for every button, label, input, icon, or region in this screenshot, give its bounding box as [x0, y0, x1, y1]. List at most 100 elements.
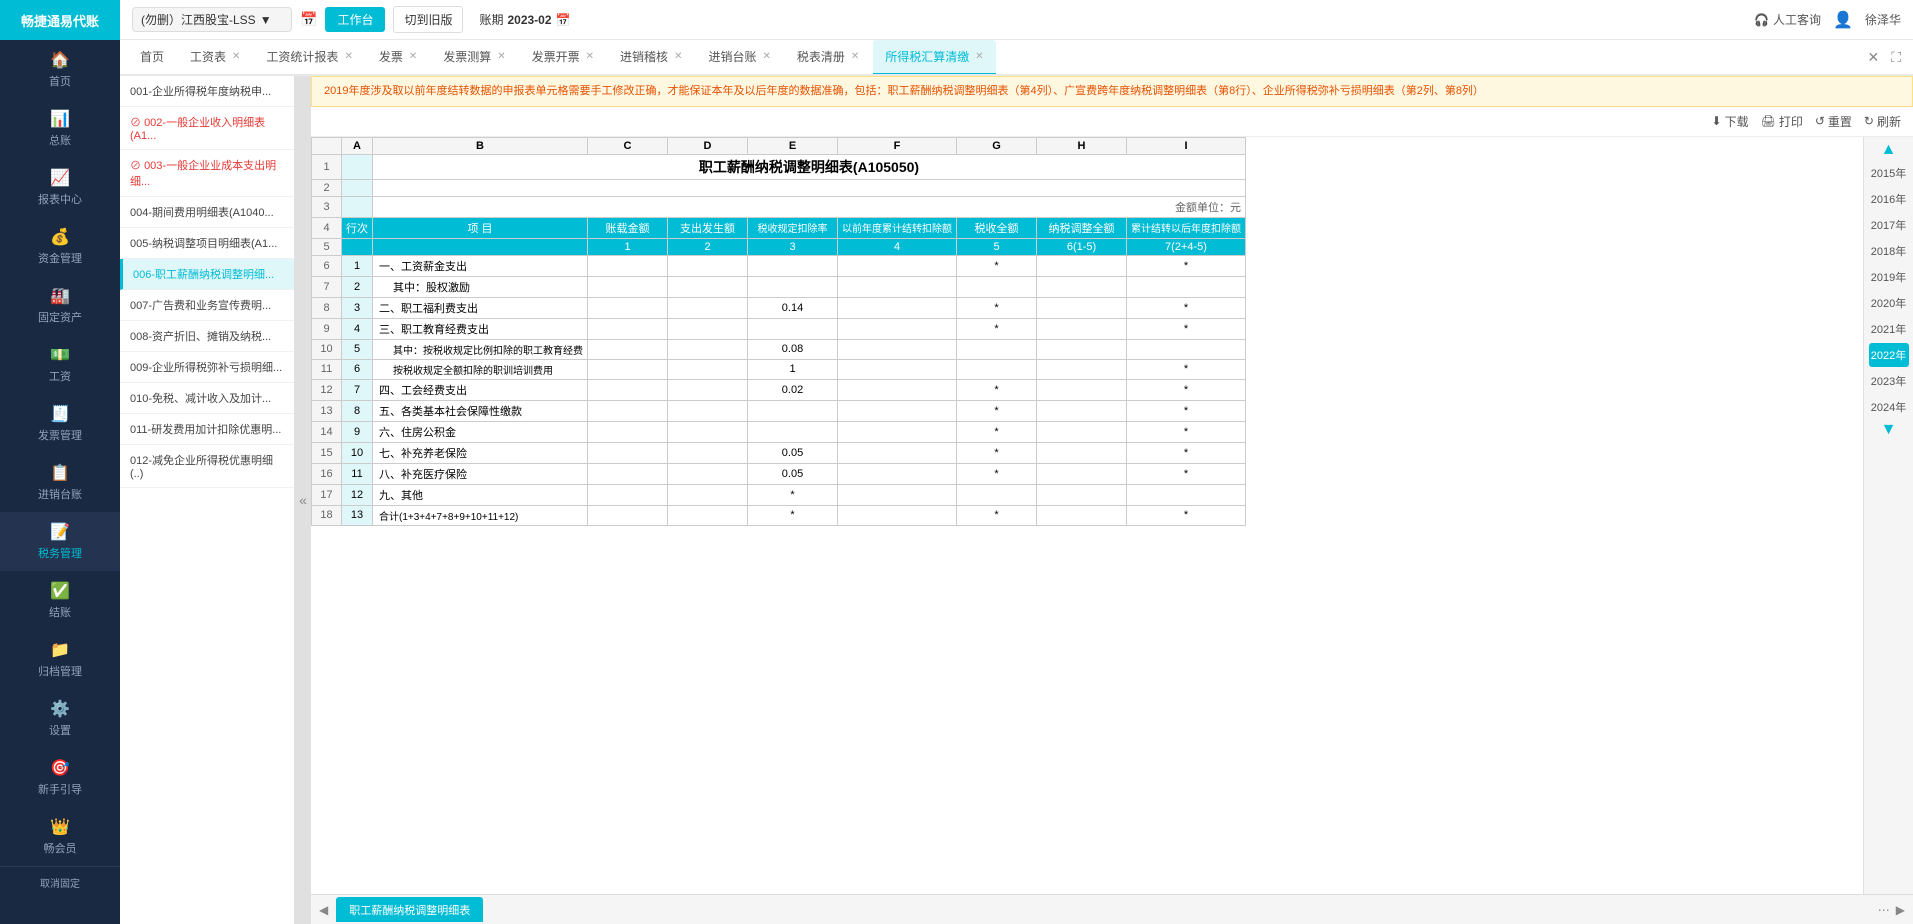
year-2018[interactable]: 2018年	[1869, 239, 1909, 263]
sidebar-item-salary[interactable]: 💵 工资	[0, 335, 120, 394]
year-2016[interactable]: 2016年	[1869, 187, 1909, 211]
sidebar-item-tax[interactable]: 📝 税务管理	[0, 512, 120, 571]
year-nav-up[interactable]: ▲	[1864, 141, 1913, 159]
close-salary-tab[interactable]: ✕	[232, 51, 240, 62]
left-item-008[interactable]: 008-资产折旧、摊销及纳税...	[120, 321, 294, 352]
tab-home[interactable]: 首页	[128, 40, 176, 75]
year-2022[interactable]: 2022年	[1869, 343, 1909, 367]
warning-bar: 2019年度涉及取以前年度结转数据的申报表单元格需要手工修改正确，才能保证本年及…	[311, 76, 1913, 107]
print-btn[interactable]: 🖨 打印	[1761, 113, 1803, 130]
tab-tax-table[interactable]: 税表清册 ✕	[785, 40, 871, 75]
sheet-tab-scroll-right[interactable]: ▶	[1896, 903, 1905, 917]
sidebar-item-member[interactable]: 👑 畅会员	[0, 807, 120, 866]
company-selector[interactable]: (勿删）江西股宝-LSS ▼	[132, 7, 292, 32]
close-income-tax-tab[interactable]: ✕	[975, 51, 983, 62]
reset-btn[interactable]: ↺ 重置	[1815, 113, 1852, 130]
sidebar-item-stock[interactable]: 📋 进销台账	[0, 453, 120, 512]
year-2017[interactable]: 2017年	[1869, 213, 1909, 237]
year-2019[interactable]: 2019年	[1869, 265, 1909, 289]
tab-purchase-ledger[interactable]: 进销台账 ✕	[696, 40, 782, 75]
sheet-tab-menu[interactable]: ⋯	[1878, 903, 1890, 917]
sidebar-item-guide[interactable]: 🎯 新手引导	[0, 748, 120, 807]
year-2023[interactable]: 2023年	[1869, 369, 1909, 393]
sidebar-item-invoice[interactable]: 🧾 发票管理	[0, 394, 120, 453]
year-2021[interactable]: 2021年	[1869, 317, 1909, 341]
sidebar-item-assets[interactable]: 🏭 固定资产	[0, 276, 120, 335]
close-accounts-icon: ✅	[50, 581, 70, 601]
table-row[interactable]: 14 9 六、住房公积金 * *	[312, 421, 1246, 442]
sidebar-item-close[interactable]: ✅ 结账	[0, 571, 120, 630]
sidebar-item-reports[interactable]: 📈 报表中心	[0, 158, 120, 217]
refresh-icon: ↻	[1864, 114, 1874, 128]
table-row[interactable]: 18 13 合计(1+3+4+7+8+9+10+11+12) * * *	[312, 505, 1246, 525]
sidebar-item-ledger[interactable]: 📊 总账	[0, 99, 120, 158]
year-2020[interactable]: 2020年	[1869, 291, 1909, 315]
maximize-icon[interactable]: ⛶	[1887, 45, 1905, 70]
refresh-btn[interactable]: ↻ 刷新	[1864, 113, 1901, 130]
table-row[interactable]: 10 5 其中：按税收规定比例扣除的职工教育经费 0.08	[312, 339, 1246, 359]
tab-actions: ✕ ⛶	[1863, 45, 1905, 70]
year-nav-down[interactable]: ▼	[1864, 421, 1913, 439]
tab-purchase-verify[interactable]: 进销稽核 ✕	[608, 40, 694, 75]
table-row[interactable]: 9 4 三、职工教育经费支出 * *	[312, 318, 1246, 339]
workspace-button[interactable]: 工作台	[325, 7, 385, 32]
table-row[interactable]: 12 7 四、工会经费支出 0.02 * *	[312, 379, 1246, 400]
left-item-009[interactable]: 009-企业所得税弥补亏损明细...	[120, 352, 294, 383]
close-purchase-verify-tab[interactable]: ✕	[674, 51, 682, 62]
left-item-003[interactable]: ⊘ 003-一般企业业成本支出明细...	[120, 150, 294, 197]
header-h: 纳税调整全额	[1037, 217, 1127, 238]
close-invoice-calc-tab[interactable]: ✕	[497, 51, 505, 62]
service-btn[interactable]: 🎧 人工客询	[1754, 11, 1821, 28]
sidebar-item-settings[interactable]: ⚙️ 设置	[0, 689, 120, 748]
tab-invoice-open[interactable]: 发票开票 ✕	[520, 40, 606, 75]
table-row[interactable]: 17 12 九、其他 *	[312, 484, 1246, 505]
close-tax-table-tab[interactable]: ✕	[851, 51, 859, 62]
left-item-004[interactable]: 004-期间费用明细表(A1040...	[120, 197, 294, 228]
table-row: 1 职工薪酬纳税调整明细表(A105050)	[312, 154, 1246, 179]
back-to-old-button[interactable]: 切到旧版	[393, 6, 463, 33]
download-btn[interactable]: ⬇ 下载	[1712, 113, 1749, 130]
panel-collapse-btn[interactable]: «	[295, 76, 311, 924]
header-e: 税收规定扣除率	[748, 217, 838, 238]
sidebar-item-archive[interactable]: 📁 归档管理	[0, 630, 120, 689]
tab-invoice[interactable]: 发票 ✕	[367, 40, 429, 75]
table-row[interactable]: 8 3 二、职工福利费支出 0.14 * *	[312, 297, 1246, 318]
tab-salary-report[interactable]: 工资统计报表 ✕	[254, 40, 364, 75]
period-selector[interactable]: 账期 2023-02 📅	[479, 11, 570, 28]
table-title: 职工薪酬纳税调整明细表(A105050)	[373, 154, 1246, 179]
sidebar-item-home[interactable]: 🏠 首页	[0, 40, 120, 99]
settings-icon: ⚙️	[50, 699, 70, 719]
left-item-001[interactable]: 001-企业所得税年度纳税申...	[120, 76, 294, 107]
subheader-5: 5	[957, 238, 1037, 255]
table-row[interactable]: 13 8 五、各类基本社会保障性缴款 * *	[312, 400, 1246, 421]
left-item-011[interactable]: 011-研发费用加计扣除优惠明...	[120, 414, 294, 445]
left-item-002[interactable]: ⊘ 002-一般企业收入明细表(A1...	[120, 107, 294, 150]
close-salary-report-tab[interactable]: ✕	[344, 51, 352, 62]
left-item-006[interactable]: 006-职工薪酬纳税调整明细...	[120, 259, 294, 290]
sheet-tab-main[interactable]: 职工薪酬纳税调整明细表	[336, 897, 483, 922]
left-item-007[interactable]: 007-广告费和业务宣传费明...	[120, 290, 294, 321]
tab-invoice-calc[interactable]: 发票测算 ✕	[431, 40, 517, 75]
sheet-tab-scroll-left[interactable]: ◀	[319, 903, 328, 917]
tab-income-tax[interactable]: 所得税汇算清缴 ✕	[873, 40, 995, 75]
left-item-005[interactable]: 005-纳税调整项目明细表(A1...	[120, 228, 294, 259]
cancel-fixed-btn[interactable]: 取消固定	[0, 866, 120, 898]
table-row[interactable]: 6 1 一、工资薪金支出 * *	[312, 255, 1246, 276]
left-item-010[interactable]: 010-免税、减计收入及加计...	[120, 383, 294, 414]
tab-salary[interactable]: 工资表 ✕	[178, 40, 252, 75]
header-f: 以前年度累计结转扣除额	[838, 217, 957, 238]
table-row[interactable]: 15 10 七、补充养老保险 0.05 * *	[312, 442, 1246, 463]
year-2024[interactable]: 2024年	[1869, 395, 1909, 419]
invoice-icon: 🧾	[50, 404, 70, 424]
close-invoice-open-tab[interactable]: ✕	[586, 51, 594, 62]
year-2015[interactable]: 2015年	[1869, 161, 1909, 185]
table-row[interactable]: 7 2 其中：股权激励	[312, 276, 1246, 297]
close-all-tabs-icon[interactable]: ✕	[1863, 45, 1883, 70]
table-row[interactable]: 11 6 按税收规定全额扣除的职训培训费用 1 *	[312, 359, 1246, 379]
close-invoice-tab[interactable]: ✕	[409, 51, 417, 62]
table-row[interactable]: 16 11 八、补充医疗保险 0.05 * *	[312, 463, 1246, 484]
table-container[interactable]: A B C D E F G H I	[311, 137, 1863, 895]
sidebar-item-finance[interactable]: 💰 资金管理	[0, 217, 120, 276]
left-item-012[interactable]: 012-减免企业所得税优惠明细(..)	[120, 445, 294, 488]
close-purchase-ledger-tab[interactable]: ✕	[762, 51, 770, 62]
